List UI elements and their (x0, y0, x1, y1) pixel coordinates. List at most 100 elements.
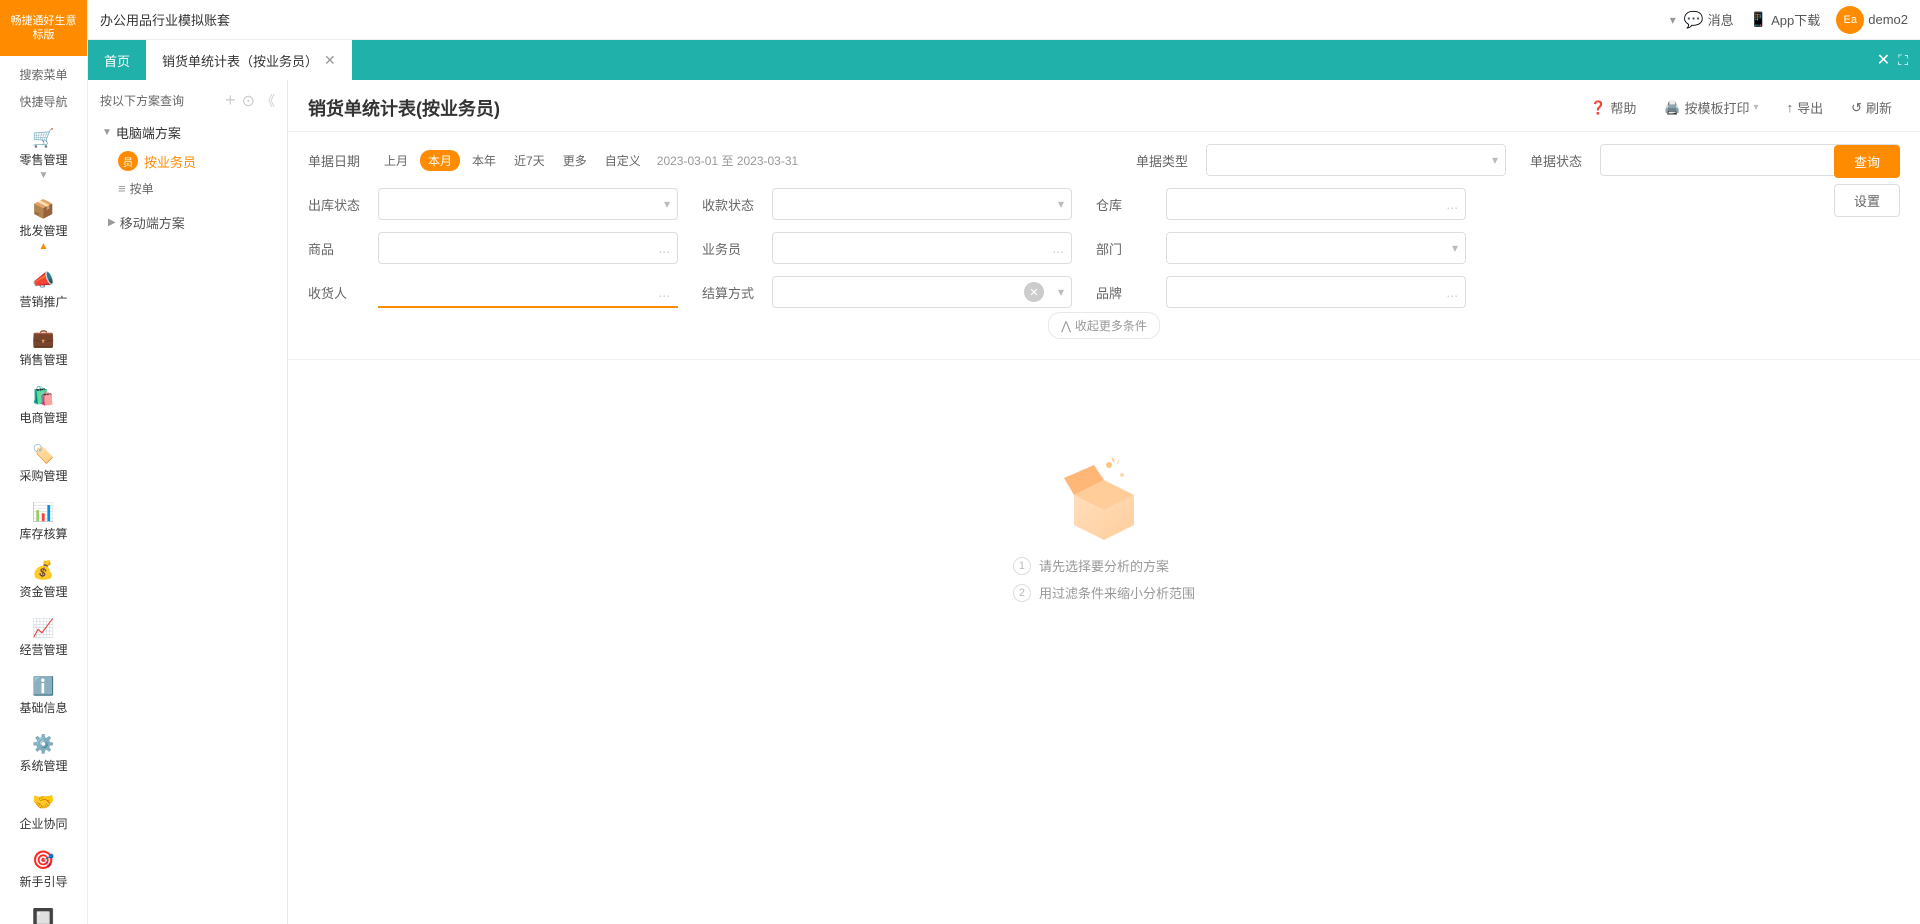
goods-input-wrap: ... (378, 232, 678, 264)
sidebar-item-ecommerce[interactable]: 🛍️ 电商管理 (0, 376, 87, 434)
sidebar-item-appstore[interactable]: 🔲 应用中心 (0, 898, 87, 924)
sidebar-item-newbie[interactable]: 🎯 新手引导 (0, 840, 87, 898)
sidebar-item-label: 电商管理 (19, 409, 67, 426)
sidebar-quick-nav[interactable]: 快捷导航 (0, 87, 87, 114)
brand-label: 品牌 (1096, 283, 1166, 302)
scheme-item-label: 按业务员 (144, 152, 196, 171)
date-last-month[interactable]: 上月 (378, 150, 414, 171)
salesperson-scheme-icon: 员 (118, 151, 138, 171)
collapse-filters-btn[interactable]: ⋀ 收起更多条件 (1048, 312, 1160, 339)
ecommerce-icon: 🛍️ (32, 386, 54, 407)
warehouse-input[interactable] (1166, 188, 1466, 220)
tabbar: 首页 销货单统计表（按业务员） ✕ ✕ ⛶ (88, 40, 1920, 80)
sidebar-item-retail[interactable]: 🛒 零售管理 ▼ (0, 118, 87, 189)
refresh-btn[interactable]: ↺ 刷新 (1843, 94, 1900, 121)
operation-icon: 📈 (32, 618, 54, 639)
mobile-scheme-group: ▶ 移动端方案 (88, 209, 287, 236)
tab-home[interactable]: 首页 (88, 40, 146, 80)
scheme-item-by-salesperson[interactable]: 员 按业务员 (96, 146, 279, 176)
refresh-icon: ↺ (1851, 100, 1862, 116)
sidebar-search[interactable]: 搜索菜单 (0, 56, 87, 87)
settle-method-input-wrap: ✕ ▾ (772, 276, 1072, 308)
out-status-arrow-icon: ▾ (664, 197, 670, 211)
desktop-scheme-group: ▼ 电脑端方案 员 按业务员 ≡ 按单 (88, 119, 287, 201)
payment-status-label: 收款状态 (702, 195, 772, 214)
dept-input-wrap: ▾ (1166, 232, 1466, 264)
out-status-input[interactable] (378, 188, 678, 220)
receiver-label: 收货人 (308, 283, 378, 302)
topbar-dropdown-arrow[interactable]: ▾ (1670, 13, 1676, 27)
scheme-item-by-order[interactable]: ≡ 按单 (96, 176, 279, 201)
dept-input[interactable] (1166, 232, 1466, 264)
left-panel-header: 按以下方案查询 + ⊙ 《 (88, 90, 287, 119)
sidebar-item-sales[interactable]: 💼 销售管理 (0, 318, 87, 376)
user-avatar: Ea (1836, 6, 1864, 34)
tab-sales-stat[interactable]: 销货单统计表（按业务员） ✕ (146, 40, 352, 80)
print-btn[interactable]: 🖨️ 按模板打印 ▾ (1656, 94, 1766, 121)
salesperson-input[interactable] (772, 232, 1072, 264)
desktop-scheme-label: 电脑端方案 (116, 123, 181, 142)
help-btn[interactable]: ❓ 帮助 (1582, 94, 1644, 121)
sidebar-item-wholesale[interactable]: 📦 批发管理 ▲ (0, 189, 87, 260)
collapse-panel-btn[interactable]: 《 (261, 91, 275, 111)
date-this-month[interactable]: 本月 (420, 150, 460, 171)
salesperson-label: 业务员 (702, 239, 772, 258)
out-status-label: 出库状态 (308, 195, 378, 214)
logo-text: 畅捷通好生意 标版 (11, 14, 77, 43)
purchase-icon: 🏷️ (32, 444, 54, 465)
settle-clear-btn[interactable]: ✕ (1024, 282, 1044, 302)
sidebar-item-operation[interactable]: 📈 经营管理 (0, 608, 87, 666)
download-icon: 📱 (1750, 11, 1767, 28)
receiver-input[interactable] (378, 276, 678, 308)
filter-row-2: 出库状态 ▾ 收款状态 ▾ 仓库 ... (308, 188, 1900, 220)
date-custom[interactable]: 自定义 (599, 150, 647, 171)
filter-row-4: 收货人 ... 结算方式 ✕ ▾ 品牌 (308, 276, 1900, 308)
retail-icon: 🛒 (32, 128, 54, 149)
goods-dots-icon[interactable]: ... (658, 240, 670, 256)
goods-input[interactable] (378, 232, 678, 264)
sidebar: 畅捷通好生意 标版 搜索菜单 快捷导航 🛒 零售管理 ▼ 📦 批发管理 ▲ 📣 … (0, 0, 88, 924)
warehouse-dots-icon[interactable]: ... (1446, 196, 1458, 212)
finance-icon: 💰 (32, 560, 54, 581)
date-range-text: 2023-03-01 至 2023-03-31 (657, 152, 798, 169)
content-area: 按以下方案查询 + ⊙ 《 ▼ 电脑端方案 员 按业务员 ≡ 按 (88, 80, 1920, 924)
scheme-sub-label: 按单 (130, 180, 154, 197)
sidebar-item-inventory[interactable]: 📊 库存核算 (0, 492, 87, 550)
add-scheme-btn[interactable]: + (225, 90, 236, 111)
app-download-btn[interactable]: 📱 App下载 (1750, 10, 1821, 29)
tab-close-icon[interactable]: ✕ (324, 53, 336, 67)
mobile-scheme-title[interactable]: ▶ 移动端方案 (96, 209, 279, 236)
appstore-icon: 🔲 (32, 908, 54, 924)
query-button[interactable]: 查询 (1834, 145, 1900, 178)
salesperson-dots-icon[interactable]: ... (1052, 240, 1064, 256)
print-arrow-icon: ▾ (1754, 102, 1759, 113)
date-last-7days[interactable]: 近7天 (508, 150, 551, 171)
date-this-year[interactable]: 本年 (466, 150, 502, 171)
user-profile[interactable]: Ea demo2 (1836, 6, 1908, 34)
settings-scheme-btn[interactable]: ⊙ (242, 91, 255, 111)
receiver-input-wrap: ... (378, 276, 678, 308)
goods-label: 商品 (308, 239, 378, 258)
setting-button[interactable]: 设置 (1834, 184, 1900, 217)
sidebar-item-purchase[interactable]: 🏷️ 采购管理 (0, 434, 87, 492)
date-more[interactable]: 更多 (557, 150, 593, 171)
payment-status-input[interactable] (772, 188, 1072, 220)
messages-btn[interactable]: 💬 消息 (1684, 10, 1734, 30)
maximize-window-icon[interactable]: ⛶ (1898, 52, 1908, 69)
sidebar-item-system[interactable]: ⚙️ 系统管理 (0, 724, 87, 782)
brand-dots-icon[interactable]: ... (1446, 284, 1458, 300)
receiver-dots-icon[interactable]: ... (658, 284, 670, 300)
export-btn[interactable]: ↑ 导出 (1779, 94, 1832, 121)
sidebar-item-marketing[interactable]: 📣 营销推广 (0, 260, 87, 318)
desktop-scheme-title[interactable]: ▼ 电脑端方案 (96, 119, 279, 146)
main-area: 办公用品行业模拟账套 ▾ 💬 消息 📱 App下载 Ea demo2 首页 销货… (88, 0, 1920, 924)
sidebar-item-basic[interactable]: ℹ️ 基础信息 (0, 666, 87, 724)
doc-type-input[interactable] (1206, 144, 1506, 176)
export-icon: ↑ (1787, 100, 1794, 115)
doc-type-label: 单据类型 (1136, 151, 1206, 170)
sidebar-item-enterprise[interactable]: 🤝 企业协同 (0, 782, 87, 840)
sidebar-item-label: 经营管理 (19, 641, 67, 658)
sidebar-item-finance[interactable]: 💰 资金管理 (0, 550, 87, 608)
brand-input[interactable] (1166, 276, 1466, 308)
close-window-icon[interactable]: ✕ (1877, 50, 1890, 70)
